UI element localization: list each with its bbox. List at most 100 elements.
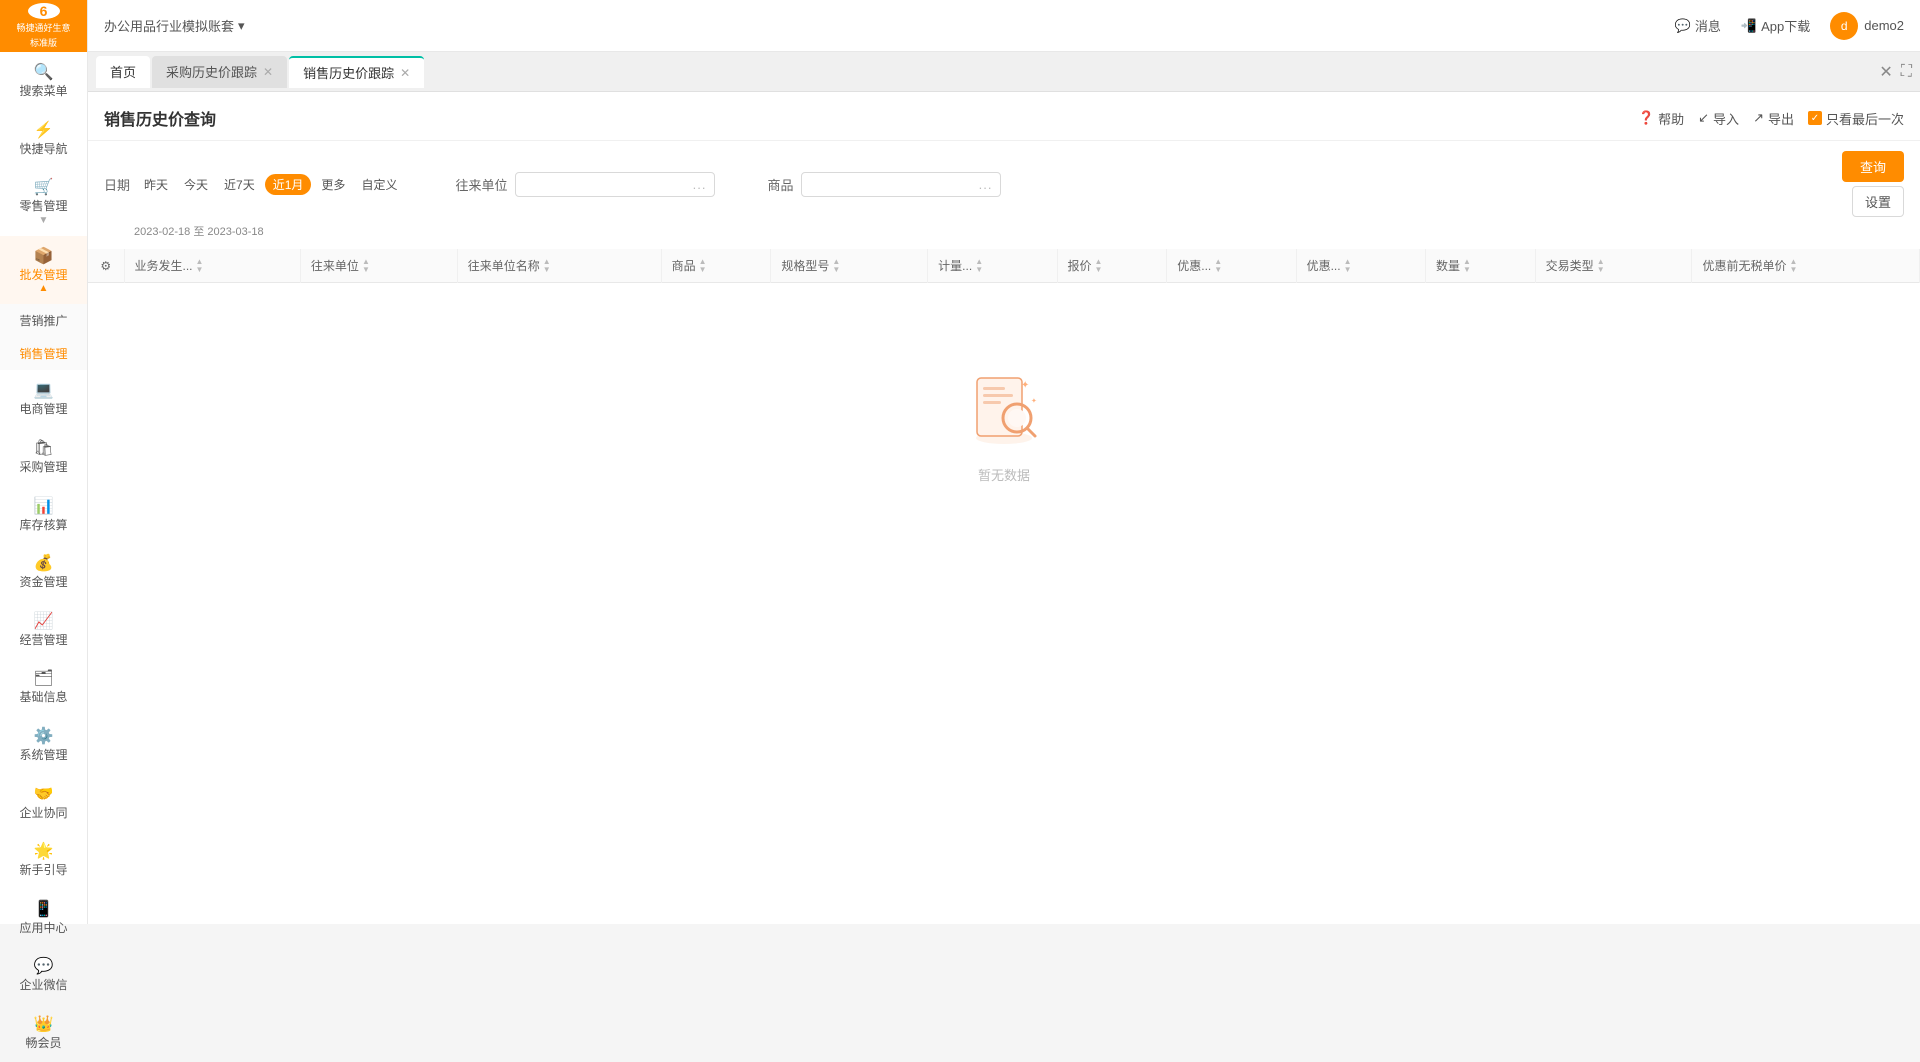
close-window-button[interactable]: ✕ (1879, 62, 1892, 82)
date-label: 日期 (104, 175, 130, 194)
sidebar-item-system[interactable]: ⚙️ 系统管理 (0, 716, 87, 774)
download-icon: 📲 (1741, 18, 1757, 34)
settings-button[interactable]: 设置 (1852, 186, 1904, 217)
message-icon: 💬 (1675, 18, 1691, 34)
empty-state: ✦ ✦ 暂无数据 (88, 283, 1920, 564)
date-range-text: 2023-02-18 至 2023-03-18 (134, 226, 264, 238)
th-spec[interactable]: 规格型号 ▲▼ (771, 249, 928, 283)
th-biz-date[interactable]: 业务发生... ▲▼ (124, 249, 300, 283)
sidebar-item-ecommerce[interactable]: 💻 电商管理 (0, 370, 87, 428)
sort-icon: ▲▼ (1790, 258, 1798, 274)
tab-purchase-history[interactable]: 采购历史价跟踪 ✕ (152, 56, 287, 88)
date-tab-more[interactable]: 更多 (315, 174, 351, 195)
sort-icon: ▲▼ (1095, 258, 1103, 274)
help-button[interactable]: ❓ 帮助 (1638, 109, 1684, 128)
date-range-display: 2023-02-18 至 2023-03-18 (134, 223, 1904, 239)
sort-icon: ▲▼ (1463, 258, 1471, 274)
tab-home-label: 首页 (110, 62, 136, 81)
th-partner-name[interactable]: 往来单位名称 ▲▼ (457, 249, 661, 283)
brand-name: 畅捷通好生意 (16, 21, 70, 34)
th-pre-tax[interactable]: 优惠前无税单价 ▲▼ (1692, 249, 1920, 283)
th-gear[interactable]: ⚙ (88, 249, 124, 283)
product-input[interactable]: ... (801, 172, 1001, 197)
date-tab-custom[interactable]: 自定义 (355, 174, 403, 195)
sort-icon: ▲▼ (1344, 258, 1352, 274)
th-partner-code[interactable]: 往来单位 ▲▼ (300, 249, 457, 283)
sidebar-item-basic[interactable]: 🗂 基础信息 (0, 658, 87, 716)
empty-text: 暂无数据 (978, 465, 1030, 484)
sidebar-item-sales[interactable]: 销售管理 (0, 337, 87, 370)
from-unit-group: 往来单位 ... (455, 172, 715, 197)
account-selector[interactable]: 办公用品行业模拟账套 ▾ (104, 16, 245, 35)
sidebar: 6 畅捷通好生意 标准版 🔍 搜索菜单 ⚡ 快捷导航 🛒 零售管理 ▼ 📦 批发… (0, 0, 88, 924)
page: 销售历史价查询 ❓ 帮助 ↙ 导入 ↗ 导出 (88, 92, 1920, 924)
th-discount1[interactable]: 优惠... ▲▼ (1167, 249, 1296, 283)
th-discount2[interactable]: 优惠... ▲▼ (1296, 249, 1425, 283)
page-header-actions: ❓ 帮助 ↙ 导入 ↗ 导出 只看最后一次 (1638, 109, 1904, 128)
sidebar-item-wechat[interactable]: 💬 企业微信 (0, 946, 87, 1004)
export-button[interactable]: ↗ 导出 (1753, 109, 1794, 128)
svg-text:✦: ✦ (1021, 380, 1029, 391)
th-trade-type[interactable]: 交易类型 ▲▼ (1535, 249, 1692, 283)
sidebar-item-wholesale[interactable]: 📦 批发管理 ▲ (0, 236, 87, 305)
sidebar-item-enterprise[interactable]: 🤝 企业协同 (0, 774, 87, 832)
sidebar-item-appstore[interactable]: 📱 应用中心 (0, 889, 87, 947)
sort-icon: ▲▼ (196, 258, 204, 274)
user-avatar-area[interactable]: d demo2 (1830, 12, 1904, 40)
tab-sales-history[interactable]: 销售历史价跟踪 ✕ (289, 56, 424, 88)
chevron-down-icon: ▾ (238, 18, 245, 34)
tab-home[interactable]: 首页 (96, 56, 150, 88)
query-button[interactable]: 查询 (1842, 151, 1904, 182)
th-product[interactable]: 商品 ▲▼ (661, 249, 771, 283)
sidebar-item-marketing[interactable]: 营销推广 (0, 304, 87, 337)
sort-icon: ▲▼ (975, 258, 983, 274)
product-label: 商品 (767, 175, 793, 194)
sidebar-item-newbie[interactable]: 🌟 新手引导 (0, 831, 87, 889)
close-purchase-tab-icon[interactable]: ✕ (263, 65, 273, 79)
svg-text:✦: ✦ (1031, 397, 1037, 405)
sidebar-item-member[interactable]: 👑 畅会员 (0, 1004, 87, 1062)
tab-window-actions: ✕ ⛶ (1879, 62, 1912, 82)
sort-icon: ▲▼ (362, 258, 370, 274)
sidebar-item-search[interactable]: 🔍 搜索菜单 (0, 52, 87, 110)
sidebar-item-finance[interactable]: 💰 资金管理 (0, 543, 87, 601)
checkbox-icon (1808, 111, 1822, 125)
app-logo: 6 畅捷通好生意 标准版 (0, 0, 87, 52)
product-group: 商品 ... (767, 172, 1001, 197)
date-tab-last7[interactable]: 近7天 (218, 174, 261, 195)
topbar-actions: 💬 消息 📲 App下载 d demo2 (1675, 12, 1904, 40)
sort-icon: ▲▼ (699, 258, 707, 274)
tab-purchase-label: 采购历史价跟踪 (166, 62, 257, 81)
th-unit[interactable]: 计量... ▲▼ (928, 249, 1057, 283)
filter-line-1: 日期 昨天 今天 近7天 近1月 更多 自定义 往来单位 (104, 151, 1904, 217)
from-unit-input[interactable]: ... (515, 172, 715, 197)
page-title: 销售历史价查询 (104, 106, 216, 130)
close-sales-tab-icon[interactable]: ✕ (400, 66, 410, 80)
sidebar-item-inventory[interactable]: 📊 库存核算 (0, 486, 87, 544)
sort-icon: ▲▼ (1597, 258, 1605, 274)
content-area: 销售历史价查询 ❓ 帮助 ↙ 导入 ↗ 导出 (88, 92, 1920, 924)
filter-buttons: 查询 设置 (1842, 151, 1904, 217)
sort-icon: ▲▼ (832, 258, 840, 274)
sidebar-item-operation[interactable]: 📈 经营管理 (0, 601, 87, 659)
app-download-button[interactable]: 📲 App下载 (1741, 16, 1810, 35)
maximize-window-button[interactable]: ⛶ (1901, 63, 1912, 81)
sidebar-item-retail[interactable]: 🛒 零售管理 ▼ (0, 167, 87, 236)
date-filter-group: 日期 昨天 今天 近7天 近1月 更多 自定义 (104, 174, 403, 195)
logo-icon: 6 (28, 3, 60, 19)
th-quote[interactable]: 报价 ▲▼ (1057, 249, 1167, 283)
empty-icon: ✦ ✦ (959, 363, 1049, 453)
message-button[interactable]: 💬 消息 (1675, 16, 1721, 35)
th-qty[interactable]: 数量 ▲▼ (1425, 249, 1535, 283)
import-button[interactable]: ↙ 导入 (1698, 109, 1739, 128)
export-icon: ↗ (1753, 110, 1764, 126)
date-tab-yesterday[interactable]: 昨天 (138, 174, 174, 195)
from-unit-label: 往来单位 (455, 175, 507, 194)
date-tab-last1m[interactable]: 近1月 (265, 174, 312, 195)
date-tab-today[interactable]: 今天 (178, 174, 214, 195)
username: demo2 (1864, 18, 1904, 33)
only-last-checkbox[interactable]: 只看最后一次 (1808, 109, 1904, 128)
data-table: ⚙ 业务发生... ▲▼ 往来单位 (88, 249, 1920, 283)
sidebar-item-shortcuts[interactable]: ⚡ 快捷导航 (0, 110, 87, 168)
sidebar-item-purchase[interactable]: 🛍 采购管理 (0, 428, 87, 486)
